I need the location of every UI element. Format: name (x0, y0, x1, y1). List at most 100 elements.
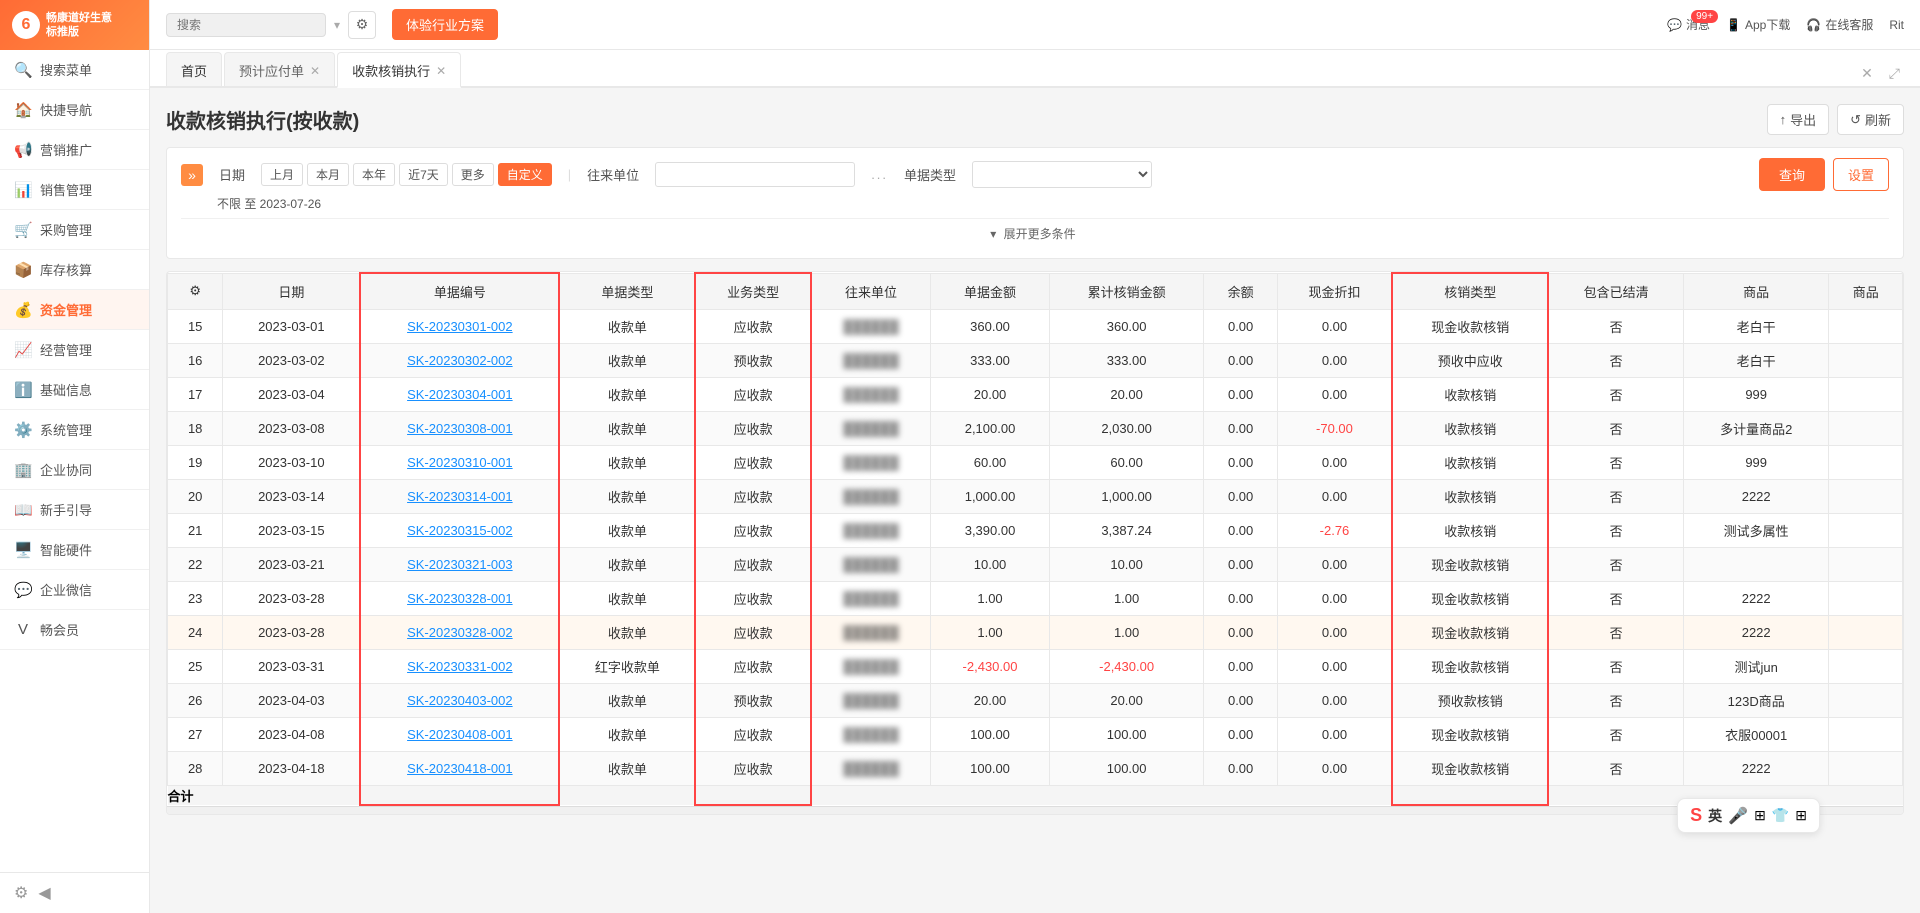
search-input[interactable] (166, 13, 326, 37)
sidebar-item-finance[interactable]: 💰 资金管理 (0, 290, 149, 330)
search-button[interactable]: 查询 (1759, 158, 1825, 191)
message-icon: 💬 (1667, 18, 1682, 32)
cell-amount: 10.00 (931, 548, 1050, 582)
settings-icon-btn[interactable]: ⚙ (348, 11, 376, 39)
cell-doc-type: 收款单 (559, 718, 695, 752)
partner-input[interactable] (655, 162, 855, 187)
cell-balance: 0.00 (1204, 412, 1277, 446)
online-service-button[interactable]: 🎧 在线客服 (1806, 16, 1873, 33)
cell-discount: 0.00 (1277, 446, 1392, 480)
receipt-type-select[interactable] (972, 161, 1152, 188)
table-header-row: ⚙ 日期 单据编号 单据类型 业务类型 往来单位 单据金额 累计核销金额 余额 … (168, 273, 1903, 310)
info-icon: ℹ️ (14, 381, 32, 399)
col-settings[interactable]: ⚙ (168, 273, 223, 310)
this-year-btn[interactable]: 本年 (353, 163, 395, 186)
export-button[interactable]: ↑ 导出 (1767, 104, 1830, 135)
tab-payment-verify[interactable]: 收款核销执行 ✕ (337, 52, 461, 88)
custom-date-btn[interactable]: 自定义 (498, 163, 552, 186)
watermark-logo: S (1690, 805, 1702, 826)
cell-biz-type: 应收款 (695, 718, 811, 752)
user-name[interactable]: Rit (1889, 18, 1904, 32)
cell-biz-type: 应收款 (695, 616, 811, 650)
last-month-btn[interactable]: 上月 (261, 163, 303, 186)
watermark-mic: 🎤 (1728, 806, 1748, 826)
cell-amount: 1.00 (931, 582, 1050, 616)
cell-biz-type: 预收款 (695, 344, 811, 378)
solution-button[interactable]: 体验行业方案 (392, 9, 498, 40)
filter-toggle-btn[interactable]: » (181, 164, 203, 186)
cell-doc-no: SK-20230328-001 (360, 582, 559, 616)
table-row: 22 2023-03-21 SK-20230321-003 收款单 应收款 ██… (168, 548, 1903, 582)
table-row: 15 2023-03-01 SK-20230301-002 收款单 应收款 ██… (168, 310, 1903, 344)
sidebar-item-enterprise[interactable]: 🏢 企业协同 (0, 450, 149, 490)
cell-write-off-type: 现金收款核销 (1392, 310, 1548, 344)
cell-doc-type: 收款单 (559, 310, 695, 344)
this-month-btn[interactable]: 本月 (307, 163, 349, 186)
sidebar-item-basic[interactable]: ℹ️ 基础信息 (0, 370, 149, 410)
col-date: 日期 (223, 273, 360, 310)
filter-settings-btn[interactable]: 设置 (1833, 158, 1889, 191)
sidebar-collapse-btn[interactable]: ◀ (38, 883, 50, 903)
cell-biz-type: 应收款 (695, 480, 811, 514)
cell-discount: -70.00 (1277, 412, 1392, 446)
cell-seq: 18 (168, 412, 223, 446)
sidebar-item-operation[interactable]: 📈 经营管理 (0, 330, 149, 370)
refresh-button[interactable]: ↺ 刷新 (1837, 104, 1904, 135)
cell-write-off: 2,030.00 (1049, 412, 1204, 446)
cell-write-off-type: 现金收款核销 (1392, 548, 1548, 582)
cell-amount: 333.00 (931, 344, 1050, 378)
sidebar-item-quicknav[interactable]: 🏠 快捷导航 (0, 90, 149, 130)
table-row: 23 2023-03-28 SK-20230328-001 收款单 应收款 ██… (168, 582, 1903, 616)
sidebar-item-wechat[interactable]: 💬 企业微信 (0, 570, 149, 610)
dropdown-arrow: ▾ (334, 18, 340, 32)
cell-write-off-type: 现金收款核销 (1392, 718, 1548, 752)
tab-pending-payment[interactable]: 预计应付单 ✕ (224, 52, 335, 86)
sidebar-item-sales[interactable]: 📊 销售管理 (0, 170, 149, 210)
sidebar-item-hardware[interactable]: 🖥️ 智能硬件 (0, 530, 149, 570)
last-7days-btn[interactable]: 近7天 (399, 163, 448, 186)
page-title: 收款核销执行(按收款) (166, 105, 359, 134)
cell-goods: 999 (1683, 446, 1829, 480)
top-right-actions: 💬 消息 99+ 📱 App下载 🎧 在线客服 Rit (1667, 16, 1904, 33)
cell-amount: 2,100.00 (931, 412, 1050, 446)
tab-actions: ✕ ⤢ (1857, 61, 1904, 86)
messages-button[interactable]: 💬 消息 99+ (1667, 16, 1710, 33)
cell-goods: 老白干 (1683, 310, 1829, 344)
sidebar-settings-btn[interactable]: ⚙ (14, 883, 28, 903)
app-download-button[interactable]: 📱 App下载 (1726, 16, 1790, 33)
col-balance: 余额 (1204, 273, 1277, 310)
cell-goods: 2222 (1683, 582, 1829, 616)
tab-close-verify[interactable]: ✕ (436, 64, 446, 78)
more-date-btn[interactable]: 更多 (452, 163, 494, 186)
cell-write-off: 20.00 (1049, 378, 1204, 412)
col-biz-type: 业务类型 (695, 273, 811, 310)
cell-seq: 19 (168, 446, 223, 480)
col-amount: 单据金额 (931, 273, 1050, 310)
expand-more-btn[interactable]: ▾ 展开更多条件 (181, 218, 1889, 248)
cell-date: 2023-03-14 (223, 480, 360, 514)
tab-close-pending[interactable]: ✕ (310, 64, 320, 78)
tab-home[interactable]: 首页 (166, 52, 222, 86)
message-badge: 99+ (1691, 10, 1718, 23)
sidebar-item-search[interactable]: 🔍 搜索菜单 (0, 50, 149, 90)
footer-biz-type (695, 786, 811, 806)
home-icon: 🏠 (14, 101, 32, 119)
sidebar-item-system[interactable]: ⚙️ 系统管理 (0, 410, 149, 450)
cell-partner: ██████ (811, 582, 931, 616)
cell-goods2 (1829, 446, 1903, 480)
cell-balance: 0.00 (1204, 616, 1277, 650)
tab-maximize-btn[interactable]: ⤢ (1885, 61, 1904, 86)
sidebar-item-purchase[interactable]: 🛒 采购管理 (0, 210, 149, 250)
col-discount: 现金折扣 (1277, 273, 1392, 310)
tab-close-all-btn[interactable]: ✕ (1857, 61, 1877, 86)
cell-write-off: 20.00 (1049, 684, 1204, 718)
cell-discount: 0.00 (1277, 752, 1392, 786)
sidebar-item-member[interactable]: V 畅会员 (0, 610, 149, 650)
horizontal-scrollbar[interactable] (167, 806, 1903, 814)
sidebar-item-marketing[interactable]: 📢 营销推广 (0, 130, 149, 170)
cell-write-off: -2,430.00 (1049, 650, 1204, 684)
sidebar-item-inventory[interactable]: 📦 库存核算 (0, 250, 149, 290)
cell-doc-type: 收款单 (559, 582, 695, 616)
sidebar-item-guide[interactable]: 📖 新手引导 (0, 490, 149, 530)
cell-seq: 23 (168, 582, 223, 616)
